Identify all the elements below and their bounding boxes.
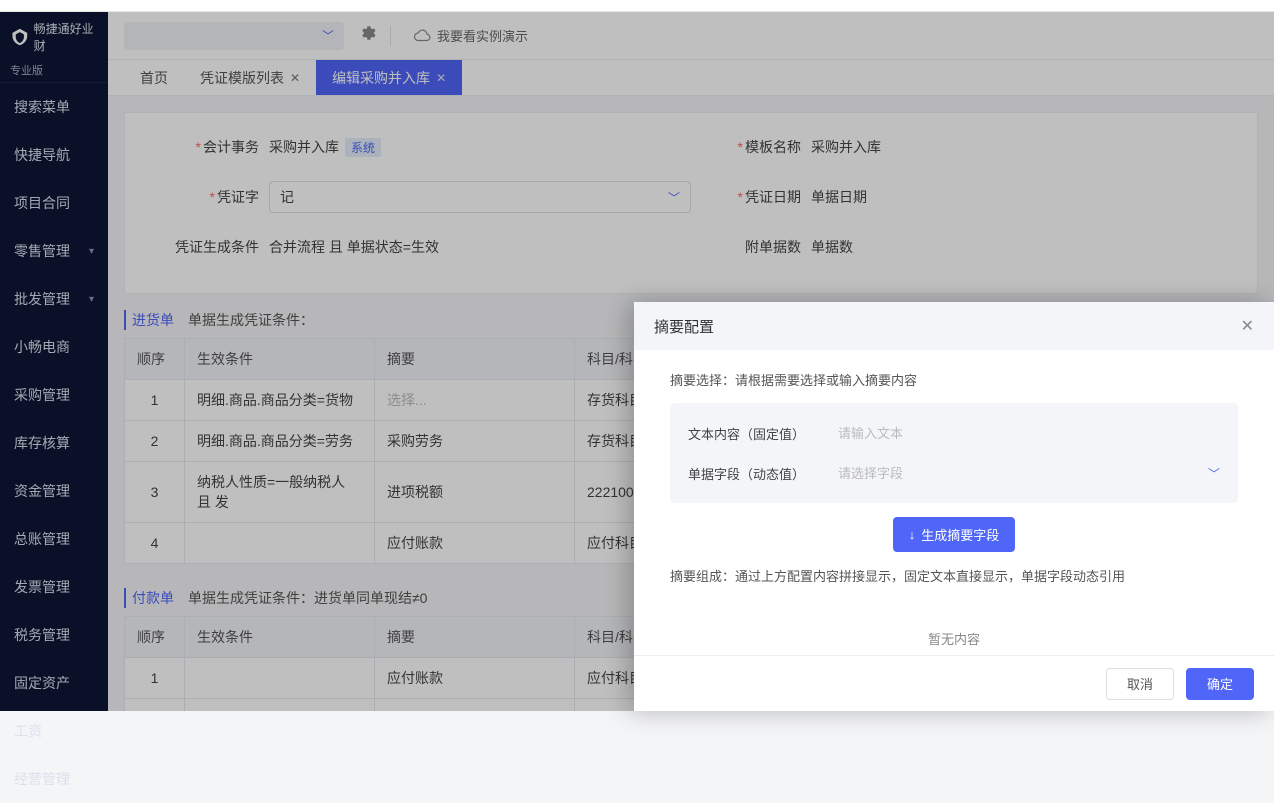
field-dynamic-label: 单据字段（动态值） [688, 464, 838, 483]
summary-config-modal: 摘要配置 ✕ 摘要选择：请根据需要选择或输入摘要内容 文本内容（固定值） 单据字… [634, 302, 1274, 711]
chevron-down-icon[interactable]: ﹀ [1208, 465, 1220, 482]
sidebar-item-13[interactable]: 工资 [0, 707, 108, 755]
text-fixed-label: 文本内容（固定值） [688, 424, 838, 443]
browser-chrome [0, 0, 1274, 12]
sidebar-item-label: 经营管理 [14, 769, 70, 789]
ok-button[interactable]: 确定 [1186, 668, 1254, 700]
empty-state: 暂无内容 [670, 599, 1238, 655]
close-icon[interactable]: ✕ [1241, 316, 1254, 336]
compose-label: 摘要组成：通过上方配置内容拼接显示，固定文本直接显示，单据字段动态引用 [670, 566, 1238, 585]
generate-summary-label: 生成摘要字段 [921, 525, 999, 544]
generate-summary-button[interactable]: ↓ 生成摘要字段 [893, 517, 1016, 552]
text-fixed-input[interactable] [838, 426, 1220, 441]
sidebar-item-label: 工资 [14, 721, 42, 741]
field-dynamic-select[interactable] [838, 466, 1208, 481]
sidebar-item-14[interactable]: 经营管理 [0, 755, 108, 803]
download-icon: ↓ [909, 527, 916, 542]
modal-title: 摘要配置 [654, 316, 714, 337]
modal-help: 摘要选择：请根据需要选择或输入摘要内容 [670, 370, 1238, 389]
cancel-button[interactable]: 取消 [1106, 668, 1174, 700]
